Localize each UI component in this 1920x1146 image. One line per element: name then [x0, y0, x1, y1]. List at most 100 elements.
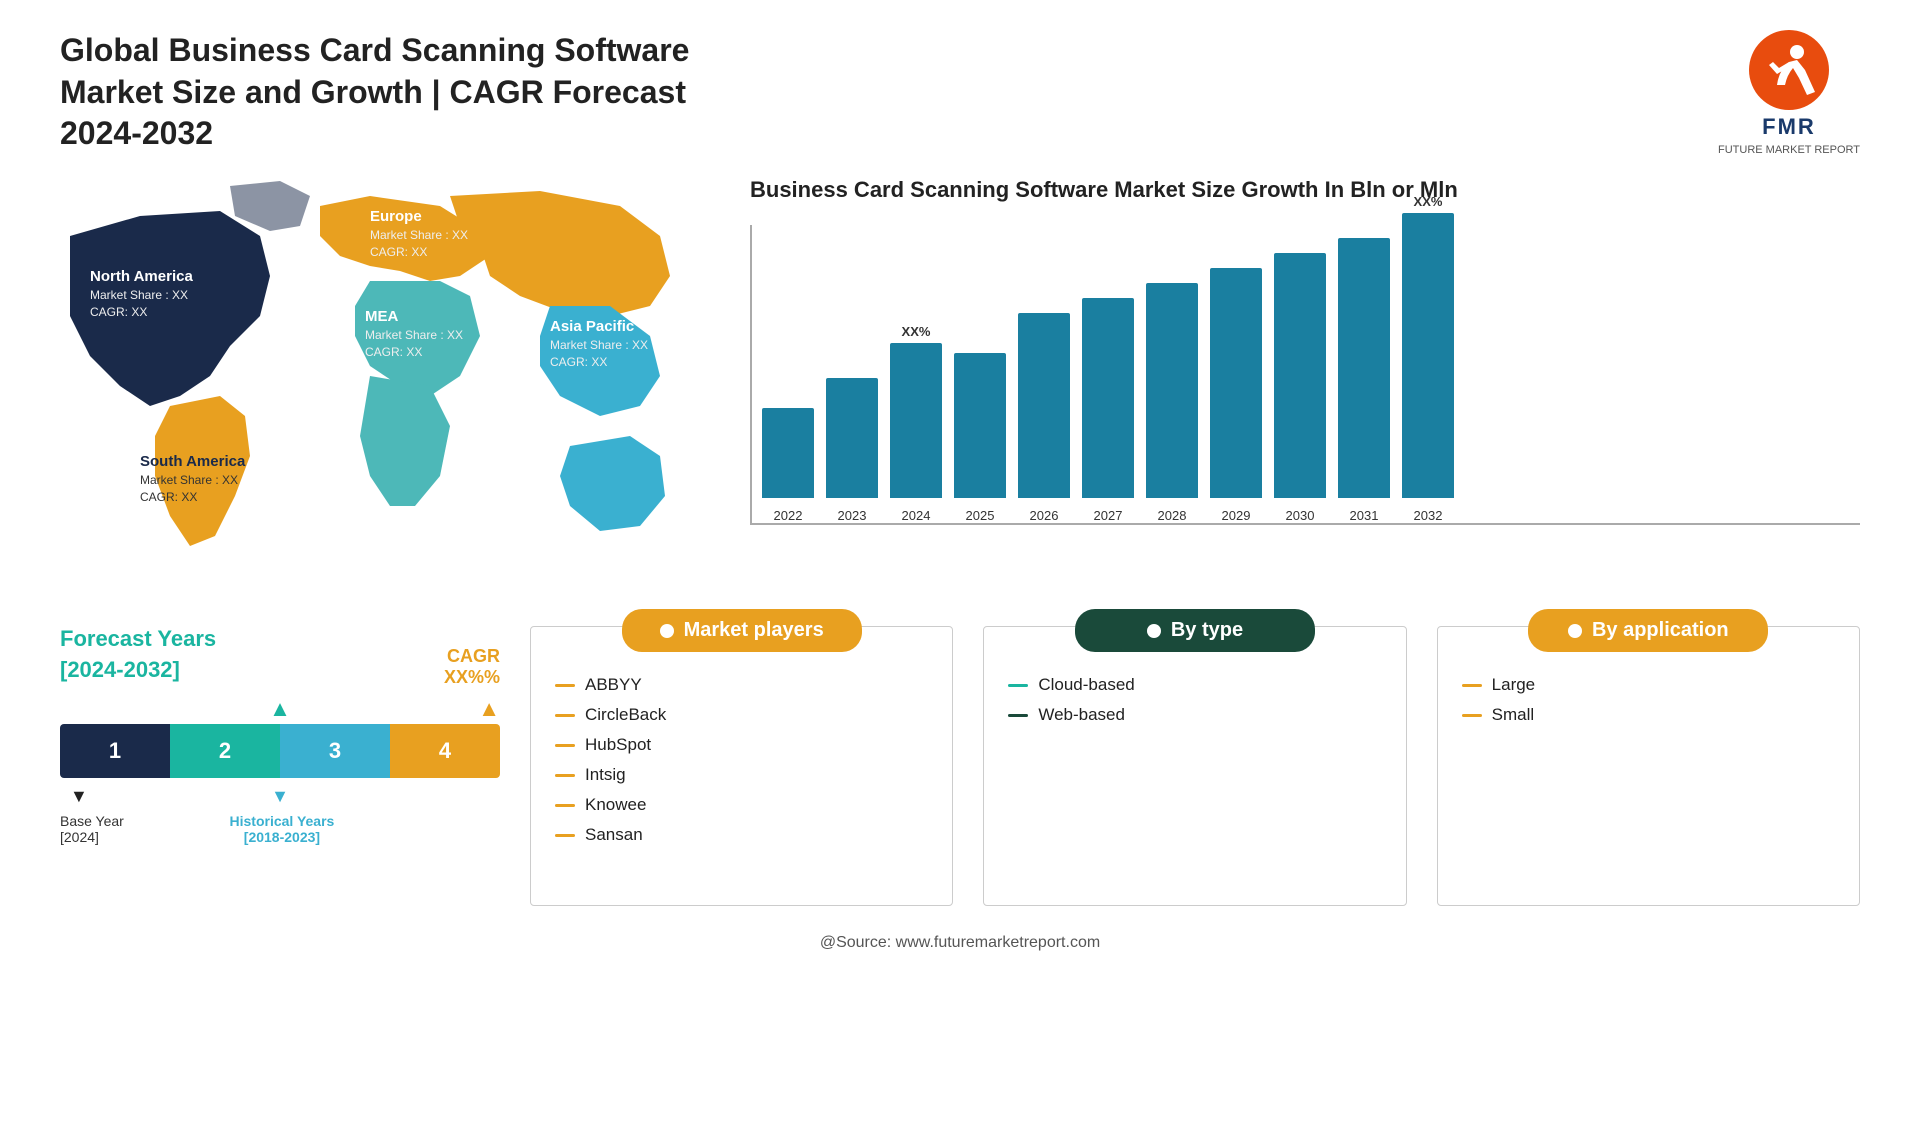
- bottom-labels: Base Year [2024] Historical Years [2018-…: [60, 813, 500, 845]
- bar-label-top: XX%: [1414, 194, 1443, 209]
- list-item: Cloud-based: [1008, 670, 1381, 700]
- bar-label-bottom: 2029: [1222, 508, 1251, 523]
- bar-group-2028: 2028: [1146, 279, 1198, 523]
- bar-rect: [1082, 298, 1134, 498]
- logo-text: FMR: [1762, 114, 1816, 140]
- list-item: Knowee: [555, 790, 928, 820]
- forecast-label: Forecast Years [2024-2032]: [60, 626, 216, 688]
- by-type-list: Cloud-basedWeb-based: [984, 670, 1405, 730]
- source-footer: @Source: www.futuremarketreport.com: [60, 934, 1860, 952]
- timeline-seg-3: 3: [280, 724, 390, 778]
- bar-label-bottom: 2023: [838, 508, 867, 523]
- world-map: North America Market Share : XX CAGR: XX…: [60, 176, 700, 576]
- list-dash: [1462, 714, 1482, 717]
- chart-section: Business Card Scanning Software Market S…: [730, 176, 1860, 596]
- bar-rect: [1274, 253, 1326, 498]
- bar-group-2023: 2023: [826, 374, 878, 523]
- region-north-america: North America Market Share : XX CAGR: XX: [90, 266, 193, 321]
- chart-title: Business Card Scanning Software Market S…: [750, 176, 1860, 205]
- list-dash: [1008, 714, 1028, 717]
- bar-label-bottom: 2027: [1094, 508, 1123, 523]
- timeline-seg-4: 4: [390, 724, 500, 778]
- bar-chart: 2022 2023 XX% 2024 2025 2026 2027 2028 2029 2030 2…: [750, 225, 1860, 525]
- market-players-list: ABBYYCircleBackHubSpotIntsigKnoweeSansan: [531, 670, 952, 850]
- market-players-dot: [660, 624, 674, 638]
- row2: Forecast Years [2024-2032] CAGR XX%% ▲ ▲…: [60, 626, 1860, 906]
- row1: North America Market Share : XX CAGR: XX…: [60, 176, 1860, 596]
- list-item: ABBYY: [555, 670, 928, 700]
- bar-rect: [1338, 238, 1390, 498]
- list-dash: [555, 804, 575, 807]
- timeline-seg-2: 2: [170, 724, 280, 778]
- list-dash: [555, 834, 575, 837]
- bar-rect: [890, 343, 942, 498]
- bar-rect: [1210, 268, 1262, 498]
- by-type-box: By type Cloud-basedWeb-based: [983, 626, 1406, 906]
- bar-label-bottom: 2028: [1158, 508, 1187, 523]
- bar-label-bottom: 2026: [1030, 508, 1059, 523]
- map-section: North America Market Share : XX CAGR: XX…: [60, 176, 700, 596]
- list-item: CircleBack: [555, 700, 928, 730]
- historical-years: Historical Years [2018-2023]: [230, 813, 335, 845]
- bar-rect: [1018, 313, 1070, 498]
- list-item: Sansan: [555, 820, 928, 850]
- bar-group-2029: 2029: [1210, 264, 1262, 523]
- bar-group-2024: XX% 2024: [890, 324, 942, 523]
- by-type-header: By type: [1075, 609, 1315, 652]
- list-item: Small: [1462, 700, 1835, 730]
- bar-label-bottom: 2024: [902, 508, 931, 523]
- arrow-teal: ▲: [236, 696, 324, 722]
- bar-rect: [826, 378, 878, 498]
- logo-area: FMR FUTURE MARKET REPORT: [1718, 30, 1860, 156]
- bar-label-bottom: 2025: [966, 508, 995, 523]
- bar-rect: [1146, 283, 1198, 498]
- bar-label-bottom: 2030: [1286, 508, 1315, 523]
- list-dash: [555, 714, 575, 717]
- bar-group-2030: 2030: [1274, 249, 1326, 523]
- timeline-bar: 1 2 3 4: [60, 724, 500, 778]
- bar-label-bottom: 2032: [1414, 508, 1443, 523]
- list-dash: [555, 684, 575, 687]
- arrow-orange: ▲: [412, 696, 500, 722]
- bar-group-2026: 2026: [1018, 309, 1070, 523]
- logo-icon: [1749, 30, 1829, 110]
- by-application-box: By application LargeSmall: [1437, 626, 1860, 906]
- by-type-dot: [1147, 624, 1161, 638]
- list-dash: [1462, 684, 1482, 687]
- market-players-header: Market players: [622, 609, 862, 652]
- by-application-dot: [1568, 624, 1582, 638]
- timeline-seg-1: 1: [60, 724, 170, 778]
- list-dash: [555, 744, 575, 747]
- bar-group-2022: 2022: [762, 404, 814, 523]
- region-europe: Europe Market Share : XX CAGR: XX: [370, 206, 468, 261]
- page: Global Business Card Scanning Software M…: [0, 0, 1920, 1146]
- bar-label-top: XX%: [902, 324, 931, 339]
- bar-rect: [1402, 213, 1454, 498]
- arrow-down-blue: ▼: [170, 786, 390, 807]
- bar-group-2027: 2027: [1082, 294, 1134, 523]
- bar-group-2031: 2031: [1338, 234, 1390, 523]
- timeline-section: Forecast Years [2024-2032] CAGR XX%% ▲ ▲…: [60, 626, 500, 845]
- logo-subtext: FUTURE MARKET REPORT: [1718, 144, 1860, 156]
- list-dash: [555, 774, 575, 777]
- bar-rect: [954, 353, 1006, 498]
- by-application-list: LargeSmall: [1438, 670, 1859, 730]
- header: Global Business Card Scanning Software M…: [60, 30, 1860, 156]
- base-year: Base Year [2024]: [60, 813, 124, 845]
- cagr-block: CAGR XX%%: [444, 646, 500, 688]
- list-item: HubSpot: [555, 730, 928, 760]
- bar-label-bottom: 2022: [774, 508, 803, 523]
- region-asia-pacific: Asia Pacific Market Share : XX CAGR: XX: [550, 316, 648, 371]
- bar-rect: [762, 408, 814, 498]
- arrow-down-black: ▼: [70, 786, 170, 807]
- by-application-header: By application: [1528, 609, 1768, 652]
- region-south-america: South America Market Share : XX CAGR: XX: [140, 451, 245, 506]
- list-item: Large: [1462, 670, 1835, 700]
- bar-label-bottom: 2031: [1350, 508, 1379, 523]
- bar-group-2032: XX% 2032: [1402, 194, 1454, 523]
- bar-group-2025: 2025: [954, 349, 1006, 523]
- region-mea: MEA Market Share : XX CAGR: XX: [365, 306, 463, 361]
- page-title: Global Business Card Scanning Software M…: [60, 30, 760, 155]
- list-item: Web-based: [1008, 700, 1381, 730]
- list-item: Intsig: [555, 760, 928, 790]
